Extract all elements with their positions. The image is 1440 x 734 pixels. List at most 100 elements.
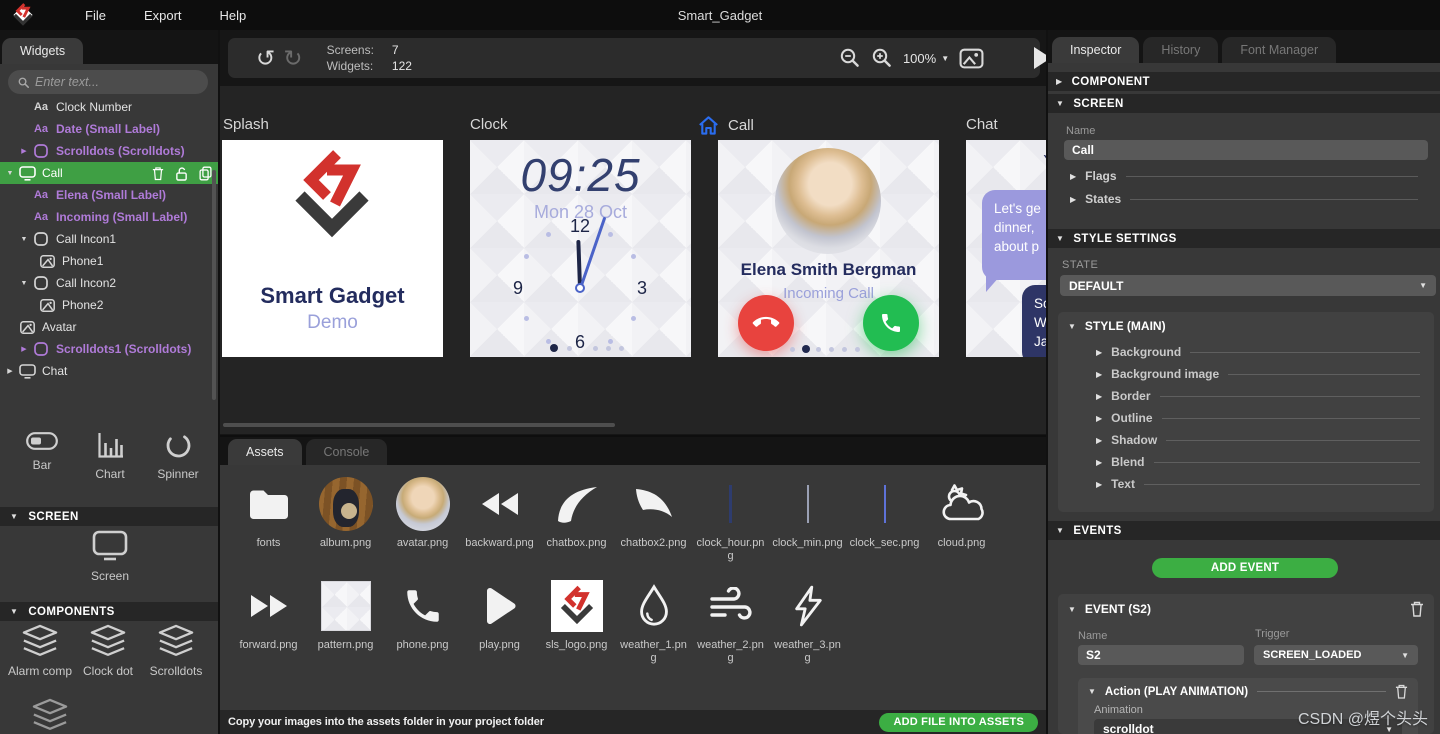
hierarchy-search[interactable]: [8, 70, 208, 94]
event-name-input[interactable]: [1078, 645, 1244, 665]
tree-item-selected[interactable]: ▼ Call: [0, 162, 218, 184]
asset-sls-logo[interactable]: sls_logo.png: [538, 577, 615, 665]
screen-title-call[interactable]: Call: [698, 116, 754, 135]
screen-section-header[interactable]: ▼ SCREEN: [1048, 94, 1440, 113]
screen-name-input[interactable]: [1064, 140, 1428, 160]
add-event-button[interactable]: ADD EVENT: [1152, 558, 1338, 578]
menu-export[interactable]: Export: [125, 2, 201, 29]
widget-bar[interactable]: Bar: [10, 432, 74, 481]
tree-item[interactable]: Aa Clock Number: [0, 96, 218, 118]
delete-action-icon[interactable]: [1395, 684, 1408, 699]
decline-call-button[interactable]: [738, 295, 794, 351]
screen-call[interactable]: Elena Smith Bergman Incoming Call: [718, 140, 939, 357]
style-item-background-image[interactable]: ▶ Background image: [1058, 363, 1434, 385]
hierarchy-scrollbar[interactable]: [212, 170, 216, 400]
asset-forward[interactable]: forward.png: [230, 577, 307, 665]
component-alarm-comp[interactable]: Alarm comp: [6, 624, 74, 678]
tree-item[interactable]: ▶ Scrolldots (Scrolldots): [0, 140, 218, 162]
zoom-in-icon[interactable]: [871, 47, 893, 69]
asset-chatbox2[interactable]: chatbox2.png: [615, 475, 692, 563]
asset-weather-1[interactable]: weather_1.png: [615, 577, 692, 665]
flags-collapsible[interactable]: ▶ Flags: [1070, 169, 1428, 183]
widget-spinner[interactable]: Spinner: [146, 432, 210, 481]
screen-title-chat[interactable]: Chat: [966, 116, 998, 133]
search-input[interactable]: [35, 75, 198, 89]
copy-icon[interactable]: [199, 166, 212, 181]
states-collapsible[interactable]: ▶ States: [1070, 192, 1428, 206]
chevron-down-icon[interactable]: ▼: [17, 280, 31, 287]
asset-chatbox[interactable]: chatbox.png: [538, 475, 615, 563]
events-section-header[interactable]: ▼ EVENTS: [1048, 521, 1440, 540]
tree-item[interactable]: Phone1: [0, 250, 218, 272]
asset-pattern[interactable]: pattern.png: [307, 577, 384, 665]
tree-item[interactable]: Avatar: [0, 316, 218, 338]
components-section-header[interactable]: ▼ COMPONENTS: [0, 602, 218, 621]
asset-avatar[interactable]: avatar.png: [384, 475, 461, 563]
tree-item[interactable]: Aa Incoming (Small Label): [0, 206, 218, 228]
asset-cloud[interactable]: cloud.png: [923, 475, 1000, 563]
asset-weather-3[interactable]: weather_3.png: [769, 577, 846, 665]
asset-clock-sec[interactable]: clock_sec.png: [846, 475, 923, 563]
asset-phone[interactable]: phone.png: [384, 577, 461, 665]
redo-icon[interactable]: ↻: [283, 46, 302, 70]
asset-weather-2[interactable]: weather_2.png: [692, 577, 769, 665]
undo-icon[interactable]: ↺: [256, 46, 275, 70]
event-header[interactable]: ▼ EVENT (S2): [1058, 594, 1434, 617]
canvas-hscrollbar[interactable]: [223, 423, 615, 427]
widget-chart[interactable]: Chart: [78, 432, 142, 481]
asset-play[interactable]: play.png: [461, 577, 538, 665]
zoom-level-dropdown[interactable]: 100% ▼: [903, 51, 949, 66]
component-clock-dot[interactable]: Clock dot: [74, 624, 142, 678]
widget-screen[interactable]: Screen: [0, 530, 218, 583]
accept-call-button[interactable]: [863, 295, 919, 351]
tree-item[interactable]: Aa Elena (Small Label): [0, 184, 218, 206]
asset-backward[interactable]: backward.png: [461, 475, 538, 563]
component-scrolldots[interactable]: Scrolldots: [142, 624, 210, 678]
tree-item[interactable]: Aa Date (Small Label): [0, 118, 218, 140]
screenshot-icon[interactable]: [959, 48, 984, 69]
style-item-border[interactable]: ▶ Border: [1058, 385, 1434, 407]
screen-clock[interactable]: 09:25 Mon 28 Oct 12 3 6 9: [470, 140, 691, 357]
chevron-down-icon[interactable]: ▼: [3, 170, 17, 177]
tree-item[interactable]: ▼ Call Incon2: [0, 272, 218, 294]
asset-fonts[interactable]: fonts: [230, 475, 307, 563]
tab-assets[interactable]: Assets: [228, 439, 302, 465]
tab-inspector[interactable]: Inspector: [1052, 37, 1140, 63]
screen-section-header[interactable]: ▼ SCREEN: [0, 507, 218, 526]
chevron-right-icon[interactable]: ▶: [3, 367, 17, 375]
chevron-right-icon[interactable]: ▶: [17, 345, 31, 353]
zoom-out-icon[interactable]: [839, 47, 861, 69]
menu-help[interactable]: Help: [201, 2, 266, 29]
asset-clock-min[interactable]: clock_min.png: [769, 475, 846, 563]
delete-icon[interactable]: [152, 166, 164, 181]
asset-clock-hour[interactable]: clock_hour.png: [692, 475, 769, 563]
unlock-icon[interactable]: [175, 166, 188, 181]
add-file-into-assets-button[interactable]: ADD FILE INTO ASSETS: [879, 712, 1038, 732]
component-partial[interactable]: [16, 698, 84, 734]
asset-album[interactable]: album.png: [307, 475, 384, 563]
delete-event-icon[interactable]: [1410, 601, 1424, 617]
tree-item[interactable]: ▶ Chat: [0, 360, 218, 382]
component-section-header[interactable]: ▶ COMPONENT: [1048, 72, 1440, 91]
chevron-right-icon[interactable]: ▶: [17, 147, 31, 155]
design-canvas[interactable]: Splash Clock Call Chat Smart Gadget Demo…: [220, 86, 1046, 434]
style-item-text[interactable]: ▶ Text: [1058, 473, 1434, 495]
tree-item[interactable]: Phone2: [0, 294, 218, 316]
tree-item[interactable]: ▶ Scrolldots1 (Scrolldots): [0, 338, 218, 360]
action-header[interactable]: ▼ Action (PLAY ANIMATION): [1078, 678, 1418, 699]
style-item-blend[interactable]: ▶ Blend: [1058, 451, 1434, 473]
chevron-down-icon[interactable]: ▼: [17, 236, 31, 243]
tab-widgets[interactable]: Widgets: [2, 38, 84, 64]
style-item-background[interactable]: ▶ Background: [1058, 341, 1434, 363]
play-button[interactable]: [1034, 47, 1046, 69]
tab-font-manager[interactable]: Font Manager: [1222, 37, 1337, 63]
style-main-header[interactable]: ▼ STYLE (MAIN): [1058, 312, 1434, 333]
screen-chat[interactable]: Yesterday Let's ge dinner, about p Sc W …: [966, 140, 1046, 357]
tab-console[interactable]: Console: [305, 439, 388, 465]
style-settings-header[interactable]: ▼ STYLE SETTINGS: [1048, 229, 1440, 248]
state-select[interactable]: DEFAULT ▼: [1060, 275, 1436, 296]
screen-title-clock[interactable]: Clock: [470, 116, 508, 133]
menu-file[interactable]: File: [66, 2, 125, 29]
style-item-outline[interactable]: ▶ Outline: [1058, 407, 1434, 429]
screen-title-splash[interactable]: Splash: [223, 116, 269, 133]
